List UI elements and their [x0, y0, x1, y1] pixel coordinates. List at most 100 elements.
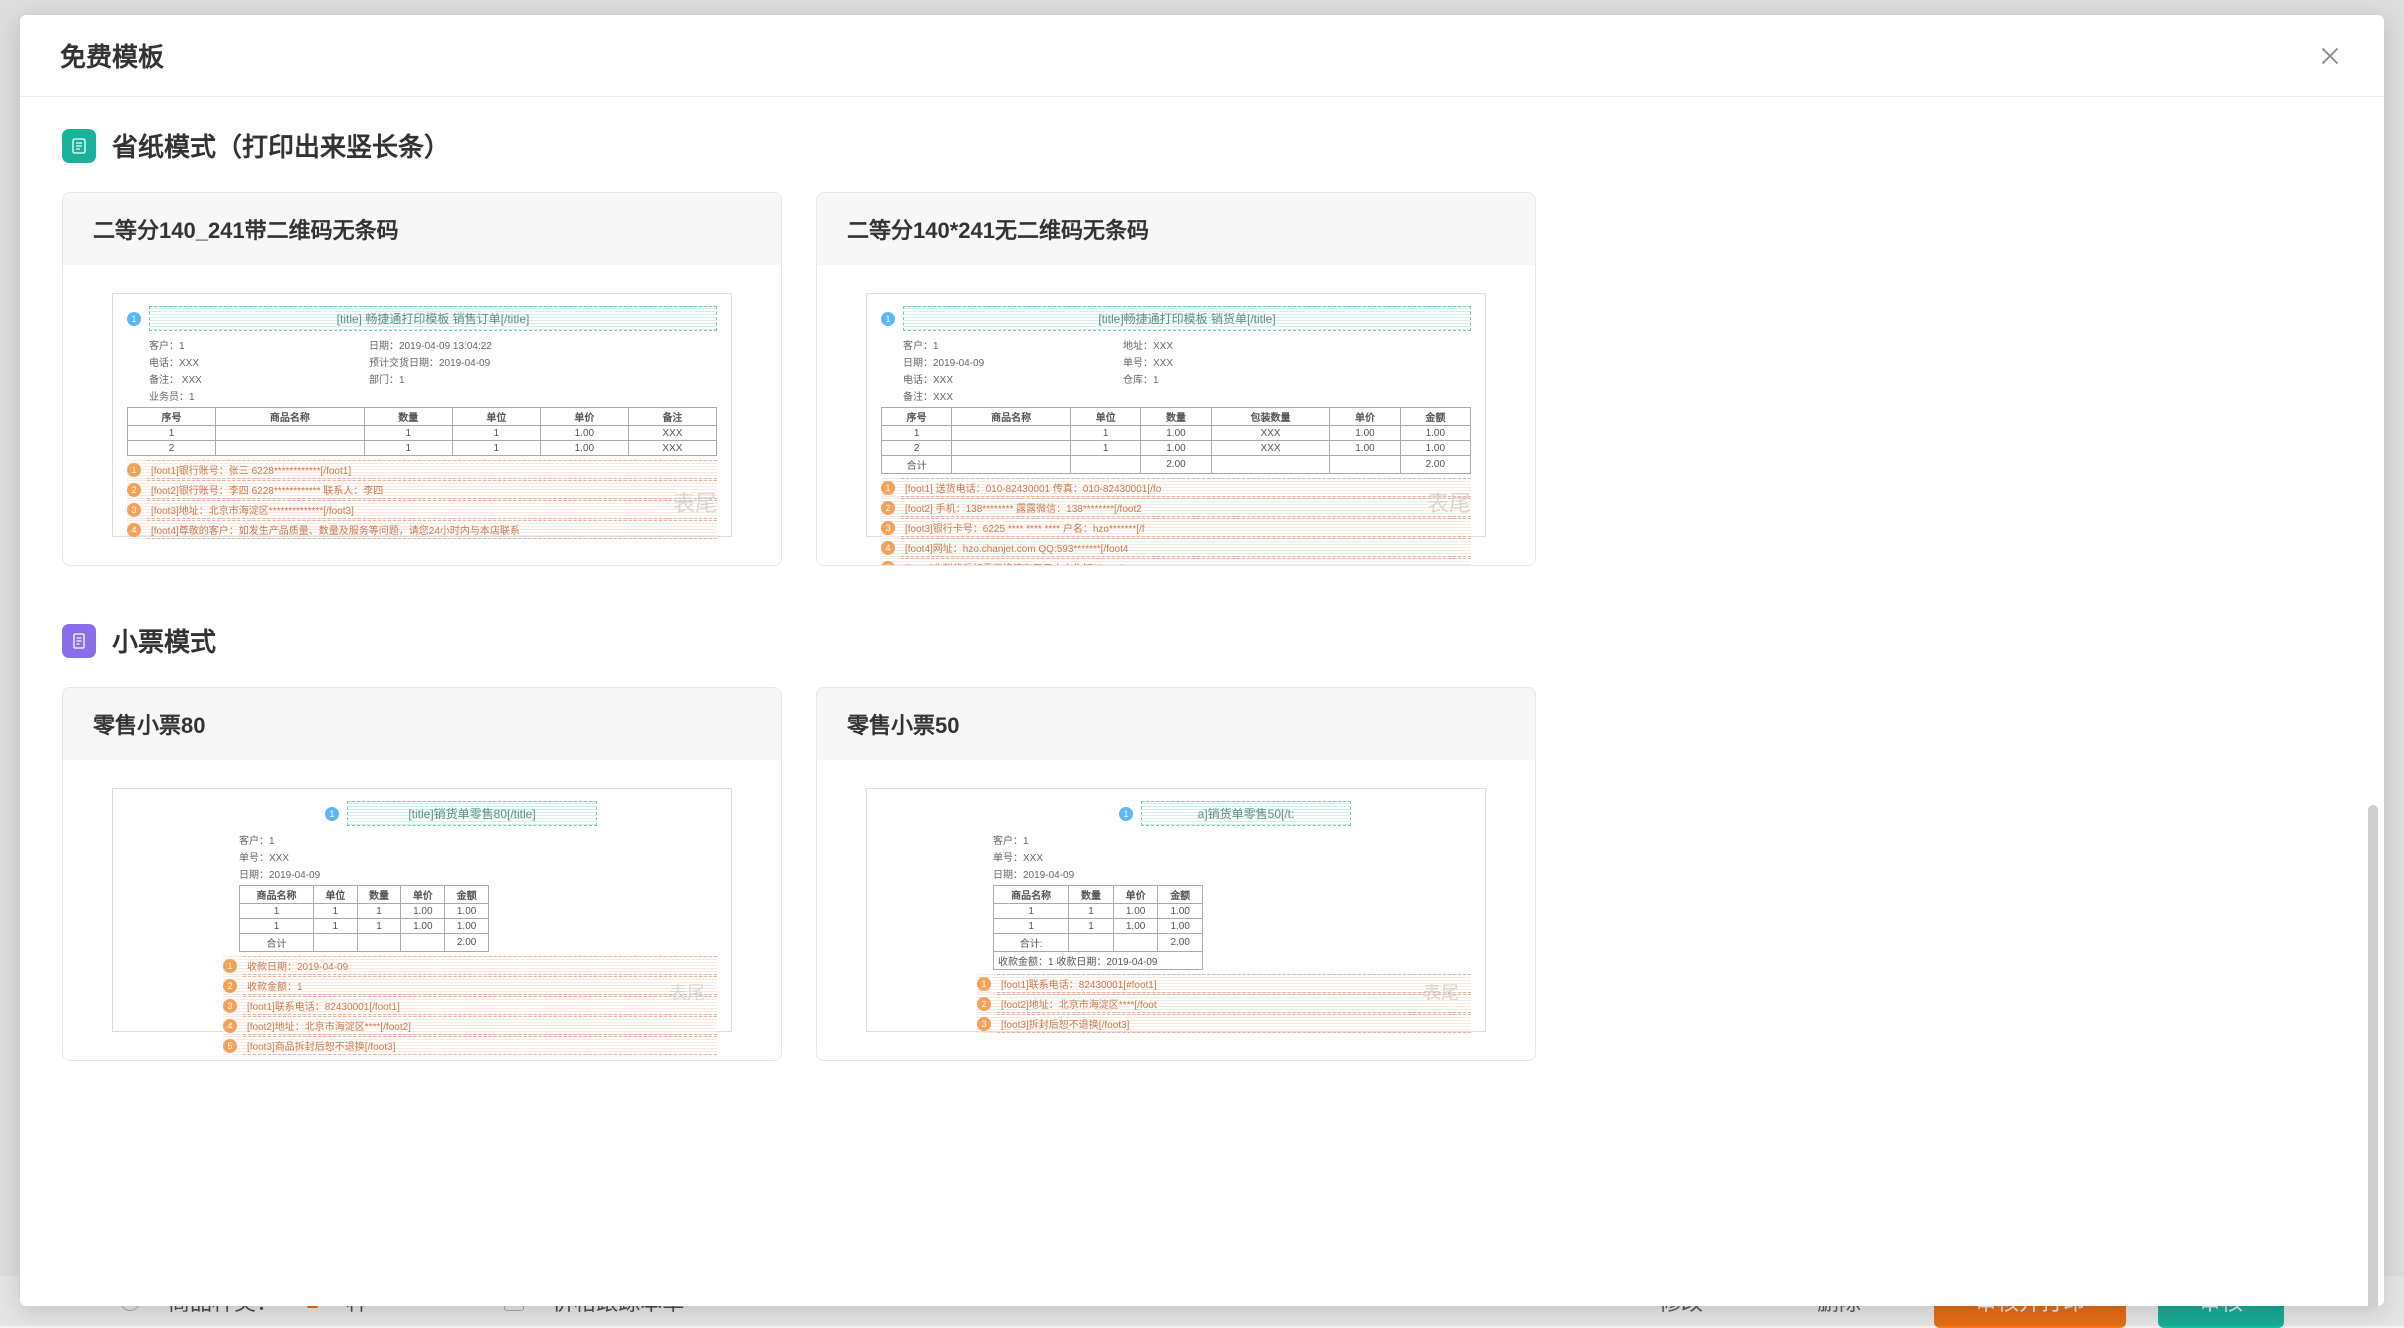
th: 商品名称: [994, 886, 1069, 904]
template-card-receipt-80[interactable]: 零售小票80 1 [title]销货单零售80[/title] 客户：1 单号：…: [62, 687, 782, 1061]
td: 1: [364, 426, 452, 441]
td: 1.00: [1113, 904, 1158, 919]
th: 序号: [882, 408, 952, 426]
card-preview: 1 [title]销货单零售80[/title] 客户：1 单号：XXX 日期：…: [63, 760, 781, 1060]
th: 单价: [1330, 408, 1400, 426]
info-remark: 备注： XXX: [149, 371, 309, 386]
receipt-preview: 1 [title]畅捷通打印模板 销货单[/title] 客户：1 日期：201…: [866, 293, 1486, 537]
template-card-140-241-noqr[interactable]: 二等分140*241无二维码无条码 1 [title]畅捷通打印模板 销货单[/…: [816, 192, 1536, 566]
scrollbar-thumb[interactable]: [2368, 805, 2378, 1306]
td: 1.00: [1141, 426, 1211, 441]
td: 1: [240, 904, 314, 919]
info-customer: 客户：1: [993, 832, 1471, 847]
preview-title-banner: [title]畅捷通打印模板 销货单[/title]: [903, 306, 1471, 331]
modal-header: 免费模板: [20, 15, 2384, 97]
foot-bullet-icon: 1: [881, 481, 895, 495]
foot-line: [foot3]拆封后恕不退换[/foot3]: [997, 1014, 1471, 1033]
card-title: 零售小票80: [63, 688, 781, 760]
th: 单价: [1113, 886, 1158, 904]
th: 单价: [401, 886, 445, 904]
td: 1: [313, 919, 357, 934]
foot-line: [foot1]银行账号：张三 6228************[/foot1]: [147, 460, 717, 479]
foot-bullet-icon: 3: [881, 521, 895, 535]
th: 商品名称: [216, 408, 365, 426]
modal-body: 省纸模式（打印出来竖长条） 二等分140_241带二维码无条码 1 [title…: [20, 97, 2384, 1306]
td: 1.00: [540, 441, 628, 456]
foot-line: [foot3]商品拆封后恕不退换[/foot3]: [243, 1036, 717, 1055]
card-title: 二等分140*241无二维码无条码: [817, 193, 1535, 265]
foot-bullet-icon: 1: [977, 977, 991, 991]
foot-line: [foot5]收到货后如需更换请在三日之内告知[/foot5]: [901, 558, 1471, 566]
step-bullet-icon: 1: [127, 312, 141, 326]
info-date: 日期：2019-04-09 13:04:22: [369, 337, 529, 352]
foot-bullet-icon: 5: [223, 1039, 237, 1053]
td: 1: [452, 426, 540, 441]
template-card-receipt-50[interactable]: 零售小票50 1 a]销货单零售50[/t: 客户：1 单号：XXX 日期：20…: [816, 687, 1536, 1061]
th: 金额: [1158, 886, 1203, 904]
info-date: 日期：2019-04-09: [903, 354, 1063, 369]
info-date: 日期：2019-04-09: [239, 866, 717, 881]
preview-title-banner: [title] 畅捷通打印模板 销售订单[/title]: [149, 306, 717, 331]
foot-line: [foot1] 送货电话：010-82430001 传真：010-8243000…: [901, 478, 1471, 497]
receipt-preview: 1 a]销货单零售50[/t: 客户：1 单号：XXX 日期：2019-04-0…: [866, 788, 1486, 1032]
step-bullet-icon: 1: [325, 807, 339, 821]
td: 1: [364, 441, 452, 456]
info-order: 单号：XXX: [993, 849, 1471, 864]
free-templates-modal: 免费模板 省纸模式（打印出来竖长条） 二等分140_241带二维码无条码: [20, 15, 2384, 1306]
td: [216, 441, 365, 456]
td: 2.00: [1158, 934, 1203, 952]
td: [313, 934, 357, 952]
td: XXX: [1211, 426, 1330, 441]
foot-bullet-icon: 3: [127, 503, 141, 517]
td: 1.00: [540, 426, 628, 441]
template-card-140-241-qr[interactable]: 二等分140_241带二维码无条码 1 [title] 畅捷通打印模板 销售订单…: [62, 192, 782, 566]
td: 1: [882, 426, 952, 441]
card-title: 零售小票50: [817, 688, 1535, 760]
foot-line: [foot4]尊敬的客户：如发生产品质量、数量及服务等问题，请您24小时内与本店…: [147, 520, 717, 539]
td: 1: [452, 441, 540, 456]
foot-line: [foot2]地址：北京市海淀区****[/foot: [997, 994, 1471, 1013]
preview-table: 商品名称数量单价金额 111.001.00 111.001.00 合计:2.00…: [993, 885, 1203, 970]
td: 1.00: [1400, 441, 1470, 456]
td: 1: [1071, 426, 1141, 441]
th: 序号: [128, 408, 216, 426]
info-date: 日期：2019-04-09: [993, 866, 1471, 881]
step-bullet-icon: 1: [1119, 807, 1133, 821]
td: XXX: [628, 441, 716, 456]
receipt-icon: [62, 624, 96, 658]
preview-table: 商品名称单位数量单价金额 1111.001.00 1111.001.00 合计2…: [239, 885, 489, 952]
td: 2: [128, 441, 216, 456]
td: [357, 934, 401, 952]
foot-bullet-icon: 2: [223, 979, 237, 993]
td: [401, 934, 445, 952]
td: 1: [240, 919, 314, 934]
th: 单位: [313, 886, 357, 904]
info-dept: 部门：1: [369, 371, 529, 386]
td: 合计: [882, 456, 952, 474]
td: 1.00: [1141, 441, 1211, 456]
foot-line: 收款日期：2019-04-09: [243, 956, 717, 975]
td: 1.00: [445, 919, 489, 934]
info-customer: 客户：1: [149, 337, 309, 352]
foot-line: [foot4]网址：hzo.chanjet.com QQ:593*******[…: [901, 538, 1471, 557]
td: [1211, 456, 1330, 474]
th: 单价: [540, 408, 628, 426]
foot-bullet-icon: 1: [127, 463, 141, 477]
close-button[interactable]: [2316, 42, 2344, 70]
td: [1069, 934, 1114, 952]
td: 1.00: [401, 904, 445, 919]
td: 收款金额：1 收款日期：2019-04-09: [994, 952, 1203, 970]
td: 1.00: [1158, 919, 1203, 934]
th: 数量: [1141, 408, 1211, 426]
preview-table: 序号 商品名称 数量 单位 单价 备注 1111.00XXX 2111.00XX…: [127, 407, 717, 456]
card-title: 二等分140_241带二维码无条码: [63, 193, 781, 265]
td: [952, 441, 1071, 456]
td: 1: [994, 919, 1069, 934]
card-preview: 1 a]销货单零售50[/t: 客户：1 单号：XXX 日期：2019-04-0…: [817, 760, 1535, 1060]
info-phone: 电话：XXX: [903, 371, 1063, 386]
td: 合计:: [994, 934, 1069, 952]
td: 1.00: [1113, 919, 1158, 934]
td: 1: [357, 919, 401, 934]
td: 1: [994, 904, 1069, 919]
document-icon: [62, 129, 96, 163]
